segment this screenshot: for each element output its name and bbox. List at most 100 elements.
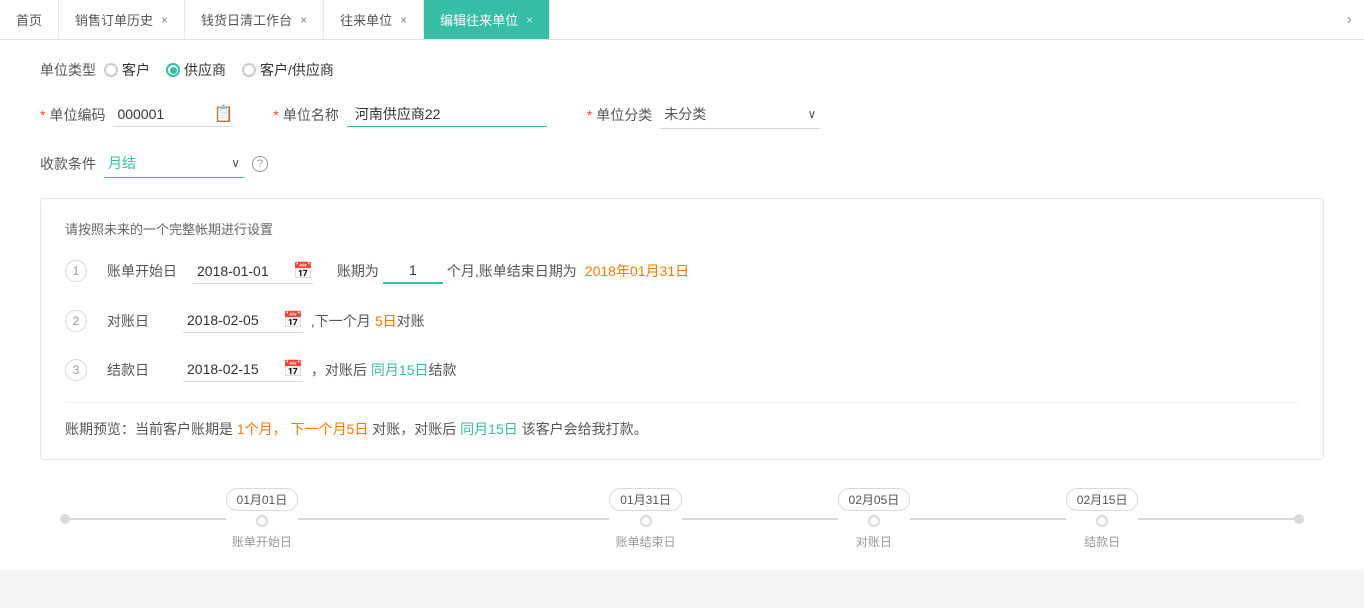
payment-terms-label: 收款条件 <box>40 154 96 174</box>
tab-close-icon[interactable]: × <box>300 13 307 27</box>
timeline-label-2: 对账日 <box>856 533 892 550</box>
tab-close-icon[interactable]: × <box>526 13 533 27</box>
step2-suffix-pre: ,下一个月 <box>311 311 371 331</box>
timeline-node-0: 01月01日 账单开始日 <box>226 488 299 550</box>
unit-code-input[interactable] <box>113 102 213 126</box>
unit-code-label: 单位编码 <box>49 105 105 125</box>
timeline-node-1: 01月31日 账单结束日 <box>609 488 682 550</box>
unit-code-input-wrap: 📋 <box>113 102 233 127</box>
step3-suffix-post: 结款 <box>429 360 457 380</box>
step-label-3: 结款日 <box>107 360 167 380</box>
radio-both-label: 客户/供应商 <box>260 60 334 80</box>
required-mark: * <box>273 107 278 123</box>
tab-home[interactable]: 首页 <box>0 0 59 39</box>
unit-category-group: * 单位分类 未分类 ∨ <box>587 100 820 129</box>
unit-category-label: 单位分类 <box>596 105 652 125</box>
help-icon[interactable]: ? <box>252 156 268 172</box>
step-row-1: 1 账单开始日 📅 账期为 个月,账单结束日期为 2018年01月31日 <box>65 258 1299 284</box>
payment-terms-dropdown[interactable]: 月结 ∨ <box>104 149 244 178</box>
timeline-seg-4 <box>1138 518 1294 520</box>
step-num-1: 1 <box>65 260 87 282</box>
unit-code-copy-icon[interactable]: 📋 <box>213 104 233 124</box>
step2-highlight: 5日 <box>375 311 397 331</box>
timeline-dot-0 <box>256 515 268 527</box>
required-mark: * <box>40 107 45 123</box>
tab-close-icon[interactable]: × <box>400 13 407 27</box>
step3-highlight: 同月15日 <box>371 360 429 380</box>
payment-terms-row: 收款条件 月结 ∨ ? <box>40 149 1324 178</box>
step3-suffix-pre: ，对账后 <box>311 360 367 380</box>
timeline-seg-1 <box>298 518 609 520</box>
step-date-2: 📅 <box>183 308 303 333</box>
timeline-seg-0 <box>70 518 226 520</box>
radio-customer[interactable]: 客户 <box>104 60 150 80</box>
step-num-3: 3 <box>65 359 87 381</box>
preview-p3: 对账，对账后 <box>372 421 456 437</box>
unit-type-radio-group: 客户 供应商 客户/供应商 <box>104 60 334 80</box>
unit-type-label: 单位类型 <box>40 60 96 80</box>
tab-edit-partner[interactable]: 编辑往来单位 × <box>424 0 550 39</box>
unit-name-label: 单位名称 <box>283 105 339 125</box>
radio-supplier-label: 供应商 <box>184 60 226 80</box>
period-end-date: 2018年01月31日 <box>585 261 689 281</box>
timeline-dot-2 <box>868 515 880 527</box>
timeline-end-dot <box>1294 514 1304 524</box>
tab-sales-order-history[interactable]: 销售订单历史 × <box>59 0 185 39</box>
timeline-badge-3: 02月15日 <box>1066 488 1139 511</box>
card-instruction: 请按照未来的一个完整帐期进行设置 <box>65 219 1299 238</box>
step-num-2: 2 <box>65 310 87 332</box>
calendar-icon-1[interactable]: 📅 <box>293 261 313 281</box>
step2-suffix-post: 对账 <box>397 311 425 331</box>
main-content: 单位类型 客户 供应商 客户/供应商 * 单位编码 📋 <box>0 40 1364 570</box>
unit-name-input[interactable] <box>347 102 547 127</box>
step-date-1: 📅 <box>193 259 313 284</box>
preview-p4: 同月15日 <box>460 421 518 437</box>
step-label-1: 账单开始日 <box>107 261 177 281</box>
unit-code-group: * 单位编码 📋 <box>40 102 233 127</box>
preview-p1: 1个月， <box>237 421 287 437</box>
period-label: 账期为 <box>337 261 379 281</box>
radio-customer-label: 客户 <box>122 60 150 80</box>
timeline-start-dot <box>60 514 70 524</box>
required-mark: * <box>587 107 592 123</box>
radio-circle-customer <box>104 63 118 77</box>
unit-category-value: 未分类 <box>664 104 803 124</box>
chevron-down-icon: ∨ <box>231 156 240 170</box>
step-date-input-2[interactable] <box>183 308 283 332</box>
timeline-seg-3 <box>910 518 1066 520</box>
timeline-label-0: 账单开始日 <box>232 533 292 550</box>
preview-row: 账期预览：当前客户账期是 1个月， 下一个月5日 对账，对账后 同月15日 该客… <box>65 402 1299 439</box>
timeline: 01月01日 账单开始日 01月31日 账单结束日 02月05日 对账日 02月… <box>40 488 1324 550</box>
unit-category-dropdown[interactable]: 未分类 ∨ <box>660 100 820 129</box>
tabs-right-arrow[interactable]: › <box>1335 11 1364 29</box>
tabs-bar: 首页 销售订单历史 × 钱货日清工作台 × 往来单位 × 编辑往来单位 × › <box>0 0 1364 40</box>
radio-supplier[interactable]: 供应商 <box>166 60 226 80</box>
unit-type-row: 单位类型 客户 供应商 客户/供应商 <box>40 60 1324 80</box>
timeline-seg-2 <box>682 518 838 520</box>
calendar-icon-3[interactable]: 📅 <box>283 359 303 379</box>
timeline-node-2: 02月05日 对账日 <box>838 488 911 550</box>
step-date-input-1[interactable] <box>193 259 293 283</box>
step-date-3: 📅 <box>183 357 303 382</box>
period-value-input[interactable] <box>383 258 443 284</box>
step-date-input-3[interactable] <box>183 357 283 381</box>
payment-terms-value: 月结 <box>108 153 227 173</box>
unit-info-row: * 单位编码 📋 * 单位名称 * 单位分类 未分类 ∨ <box>40 100 1324 129</box>
period-settings-card: 请按照未来的一个完整帐期进行设置 1 账单开始日 📅 账期为 个月,账单结束日期… <box>40 198 1324 460</box>
tab-cash-work-bench[interactable]: 钱货日清工作台 × <box>185 0 324 39</box>
radio-circle-both <box>242 63 256 77</box>
timeline-node-3: 02月15日 结款日 <box>1066 488 1139 550</box>
step-row-2: 2 对账日 📅 ,下一个月 5日 对账 <box>65 308 1299 333</box>
preview-p5: 该客户会给我打款。 <box>522 421 648 437</box>
unit-name-group: * 单位名称 <box>273 102 546 127</box>
timeline-dot-3 <box>1096 515 1108 527</box>
timeline-dot-1 <box>640 515 652 527</box>
timeline-label-1: 账单结束日 <box>616 533 676 550</box>
timeline-badge-2: 02月05日 <box>838 488 911 511</box>
chevron-down-icon: ∨ <box>807 107 816 121</box>
timeline-badge-0: 01月01日 <box>226 488 299 511</box>
tab-partner-units[interactable]: 往来单位 × <box>324 0 424 39</box>
calendar-icon-2[interactable]: 📅 <box>283 310 303 330</box>
radio-both[interactable]: 客户/供应商 <box>242 60 334 80</box>
tab-close-icon[interactable]: × <box>161 13 168 27</box>
